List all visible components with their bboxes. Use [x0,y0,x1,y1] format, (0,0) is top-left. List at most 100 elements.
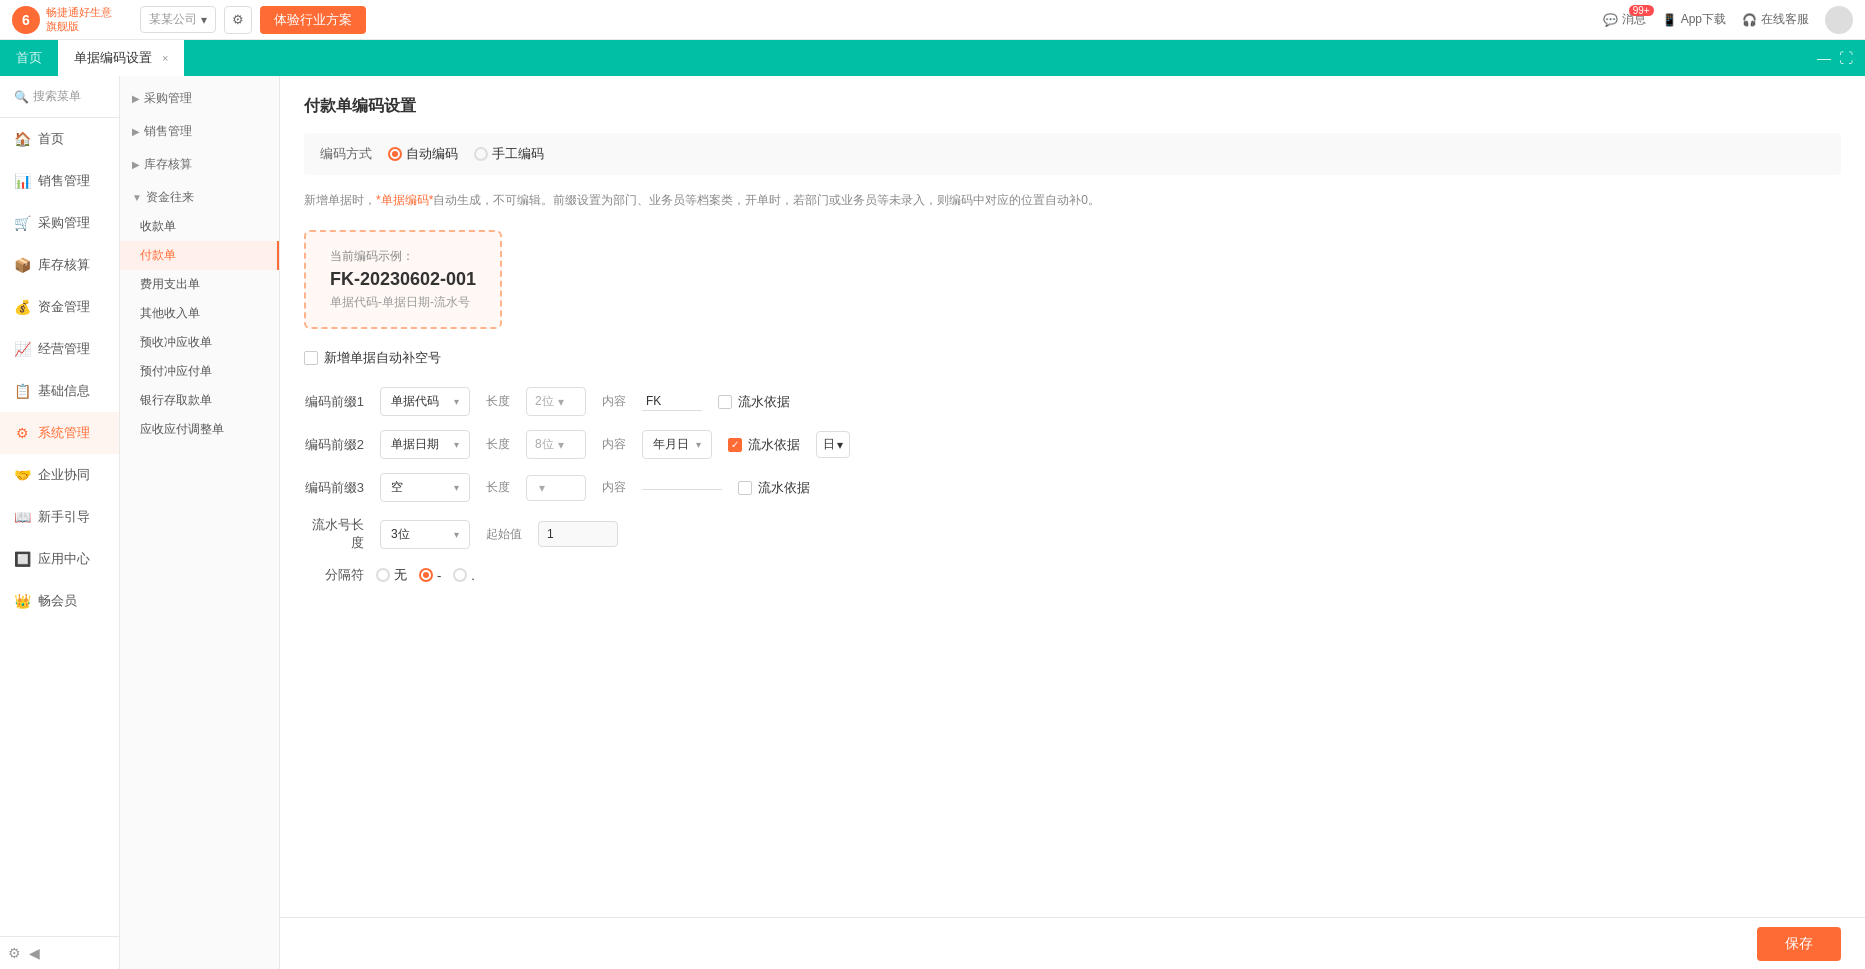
settings-icon[interactable]: ⚙ [224,6,252,34]
auto-fill-checkbox[interactable] [304,351,318,365]
page-title: 付款单编码设置 [304,96,1841,117]
tab-expand-icon[interactable]: ⛶ [1839,50,1853,66]
sidebar-item-system[interactable]: ⚙ 系统管理 [0,412,119,454]
logo-icon: 6 [12,6,40,34]
sidebar-item-coop[interactable]: 🤝 企业协同 [0,454,119,496]
sep-dot-radio[interactable]: . [453,568,475,583]
sidebar-item-member[interactable]: 👑 畅会员 [0,580,119,622]
chevron-down-icon9: ▾ [837,438,843,452]
prefix1-content-value: FK [642,392,702,411]
message-icon: 💬 [1603,13,1618,27]
purchase-icon: 🛒 [14,215,30,231]
sub-item-bank-deposit[interactable]: 银行存取款单 [120,386,279,415]
sub-item-prepay-receipt[interactable]: 预收冲应收单 [120,328,279,357]
sidebar-item-inventory[interactable]: 📦 库存核算 [0,244,119,286]
prefix2-select[interactable]: 单据日期 ▾ [380,430,470,459]
prefix1-length-label: 长度 [486,393,510,410]
member-icon: 👑 [14,593,30,609]
sub-item-payment[interactable]: 付款单 [120,241,279,270]
prefix3-serial-label: 流水依据 [758,479,810,497]
company-dropdown[interactable]: 某某公司 ▾ [140,6,216,33]
prefix2-day-select[interactable]: 日 ▾ [816,431,850,458]
separator-row: 分隔符 无 - . [304,566,1841,584]
prefix2-serial-checkbox[interactable]: ✓ [728,438,742,452]
sub-group-inventory-title[interactable]: ▶ 库存核算 [120,150,279,179]
sep-dash-radio[interactable]: - [419,568,441,583]
save-button[interactable]: 保存 [1757,927,1841,961]
prefix3-serial-checkbox[interactable] [738,481,752,495]
prefix1-length-select[interactable]: 2位 ▾ [526,387,586,416]
base-icon: 📋 [14,383,30,399]
prefix3-select[interactable]: 空 ▾ [380,473,470,502]
search-icon: 🔍 [14,90,29,104]
encoding-method-section: 编码方式 自动编码 手工编码 [304,133,1841,175]
prefix2-row: 编码前缀2 单据日期 ▾ 长度 8位 ▾ 内容 年月日 ▾ [304,430,1841,459]
header-controls: 某某公司 ▾ ⚙ 体验行业方案 [140,6,1595,34]
prefix2-length-select[interactable]: 8位 ▾ [526,430,586,459]
app-download-btn[interactable]: 📱 App下载 [1662,11,1726,28]
sidebar-item-sales[interactable]: 📊 销售管理 [0,160,119,202]
sub-item-prepay-payment[interactable]: 预付冲应付单 [120,357,279,386]
sidebar-item-purchase[interactable]: 🛒 采购管理 [0,202,119,244]
tab-encode-settings[interactable]: 单据编码设置 × [58,40,184,76]
serial-length-select[interactable]: 3位 ▾ [380,520,470,549]
search-menu-btn[interactable]: 🔍 搜索菜单 [8,84,111,109]
headset-icon: 🎧 [1742,13,1757,27]
auto-encode-radio[interactable]: 自动编码 [388,145,458,163]
sub-item-other-income[interactable]: 其他收入单 [120,299,279,328]
chevron-down-icon10: ▾ [454,482,459,493]
prefix2-serial-check: ✓ 流水依据 [728,436,800,454]
service-btn[interactable]: 🎧 在线客服 [1742,11,1809,28]
prefix2-serial-label: 流水依据 [748,436,800,454]
sidebar-item-business[interactable]: 📈 经营管理 [0,328,119,370]
content-area: 付款单编码设置 编码方式 自动编码 手工编码 新增单据时，*单据编码* [280,76,1865,917]
sub-item-receipt[interactable]: 收款单 [120,212,279,241]
sub-group-capital-title[interactable]: ▼ 资金往来 [120,183,279,212]
header-right: 💬 消息 99+ 📱 App下载 🎧 在线客服 [1603,6,1853,34]
sub-item-expense[interactable]: 费用支出单 [120,270,279,299]
chevron-down-icon11: ▾ [539,481,545,495]
sub-group-sales-title[interactable]: ▶ 销售管理 [120,117,279,146]
tab-home[interactable]: 首页 [0,40,58,76]
sidebar-item-finance[interactable]: 💰 资金管理 [0,286,119,328]
manual-encode-radio[interactable]: 手工编码 [474,145,544,163]
serial-row: 流水号长度 3位 ▾ 起始值 [304,516,1841,552]
prefix1-select[interactable]: 单据代码 ▾ [380,387,470,416]
sidebar-item-guide[interactable]: 📖 新手引导 [0,496,119,538]
sub-group-purchase-title[interactable]: ▶ 采购管理 [120,84,279,113]
sidebar-item-apps[interactable]: 🔲 应用中心 [0,538,119,580]
bottom-bar: 保存 [280,917,1865,969]
footer-settings-icon[interactable]: ⚙ [8,945,21,961]
auto-encode-radio-dot [388,147,402,161]
chevron-down-icon4: ▾ [454,396,459,407]
start-value-input[interactable] [538,521,618,547]
sub-item-receivable-adj[interactable]: 应收应付调整单 [120,415,279,444]
inventory-icon: 📦 [14,257,30,273]
business-icon: 📈 [14,341,30,357]
prefix3-length-select[interactable]: ▾ [526,475,586,501]
sub-sidebar: ▶ 采购管理 ▶ 销售管理 ▶ 库存核算 ▼ 资金往来 收款单 付款单 费用支出… [120,76,280,969]
prefix2-content-select[interactable]: 年月日 ▾ [642,430,712,459]
highlight-text: *单据编码* [376,193,433,207]
system-icon: ⚙ [14,425,30,441]
tab-close-icon[interactable]: × [162,52,168,64]
chevron-down-icon6: ▾ [454,439,459,450]
prefix1-content-label: 内容 [602,393,626,410]
prefix1-serial-checkbox[interactable] [718,395,732,409]
sidebar-item-base[interactable]: 📋 基础信息 [0,370,119,412]
preview-box: 当前编码示例： FK-20230602-001 单据代码-单据日期-流水号 [304,230,502,329]
message-btn[interactable]: 💬 消息 99+ [1603,11,1646,28]
prefix2-content-label: 内容 [602,436,626,453]
tab-minimize-icon[interactable]: — [1817,50,1831,66]
sidebar-item-home[interactable]: 🏠 首页 [0,118,119,160]
sidebar: 🔍 搜索菜单 🏠 首页 📊 销售管理 🛒 采购管理 📦 库存核算 💰 [0,76,120,969]
trial-btn[interactable]: 体验行业方案 [260,6,366,34]
finance-icon: 💰 [14,299,30,315]
sep-none-radio[interactable]: 无 [376,566,407,584]
avatar[interactable] [1825,6,1853,34]
sep-none-radio-dot [376,568,390,582]
coop-icon: 🤝 [14,467,30,483]
footer-collapse-icon[interactable]: ◀ [29,945,40,961]
prefix3-content-value [642,485,722,490]
tab-bar: 首页 单据编码设置 × — ⛶ [0,40,1865,76]
